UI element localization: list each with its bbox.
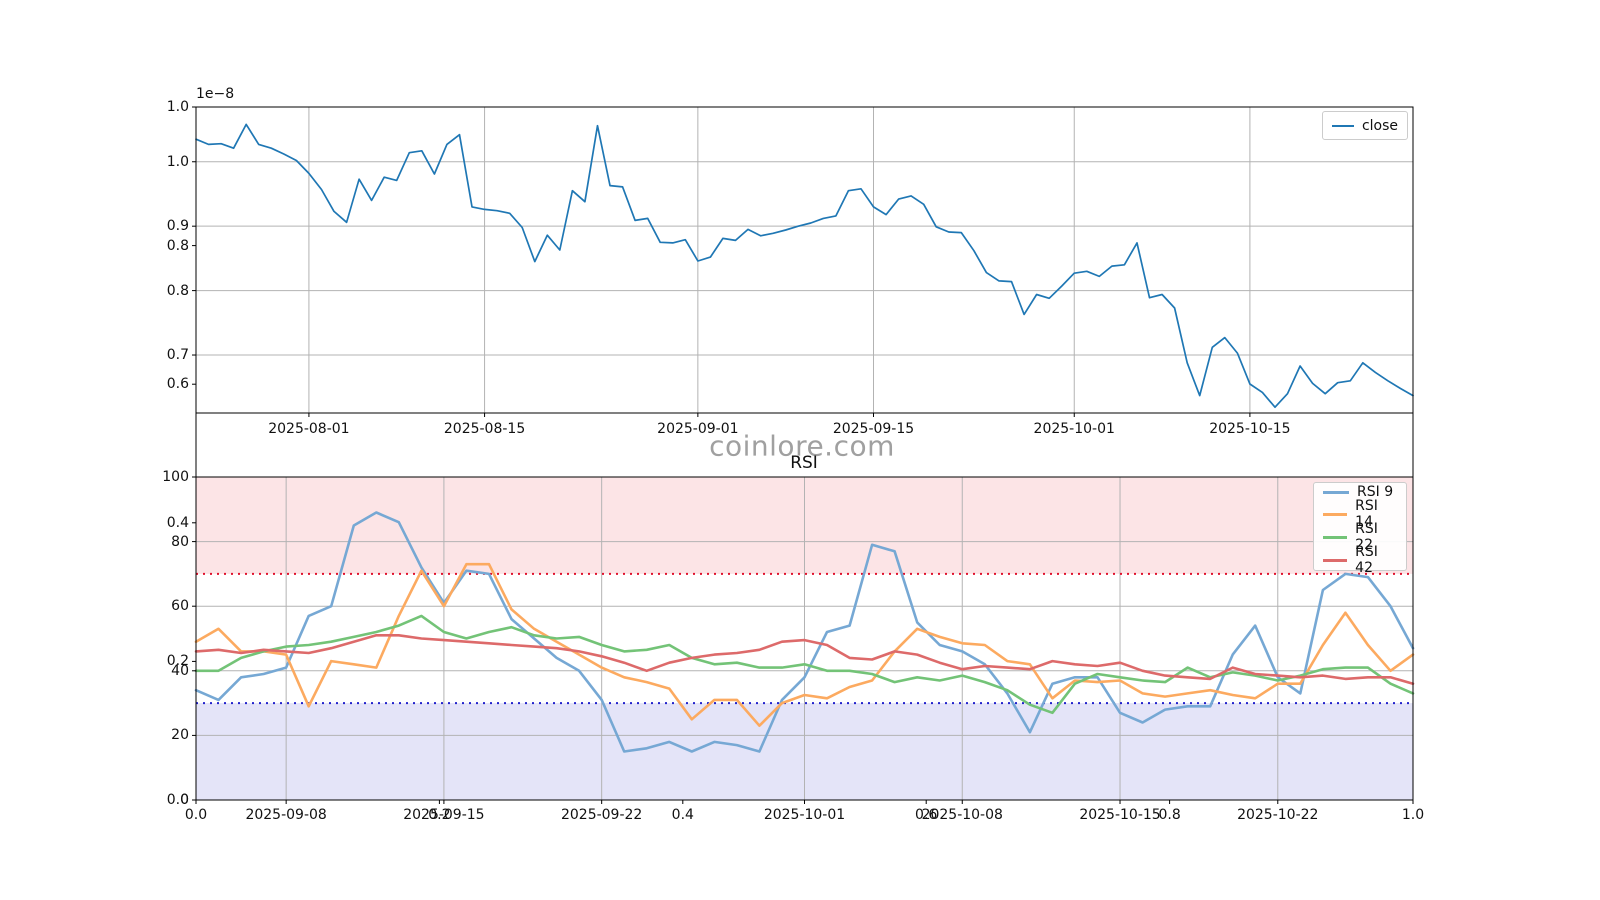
rsi-legend: RSI 9 RSI 14 RSI 22 RSI 42 xyxy=(1313,482,1407,576)
legend-label-close: close xyxy=(1361,117,1398,134)
close-line-sample xyxy=(1332,124,1354,127)
figure: 1.0 0.9 0.8 0.7 2025-08-01 2025-08-15 2025-09-… xyxy=(0,0,1600,900)
rsi14-line-sample xyxy=(1323,512,1348,516)
legend-item-rsi42: RSI 42 xyxy=(1323,544,1397,576)
legend-item-close: close xyxy=(1332,117,1398,134)
rsi9-line-sample xyxy=(1323,490,1349,494)
rsi42-line-sample xyxy=(1323,558,1348,562)
rsi22-line-sample xyxy=(1323,535,1348,539)
price-legend: close xyxy=(1322,111,1408,140)
legend-label-rsi42: RSI 42 xyxy=(1355,544,1378,576)
rsi-title: RSI xyxy=(790,453,818,473)
